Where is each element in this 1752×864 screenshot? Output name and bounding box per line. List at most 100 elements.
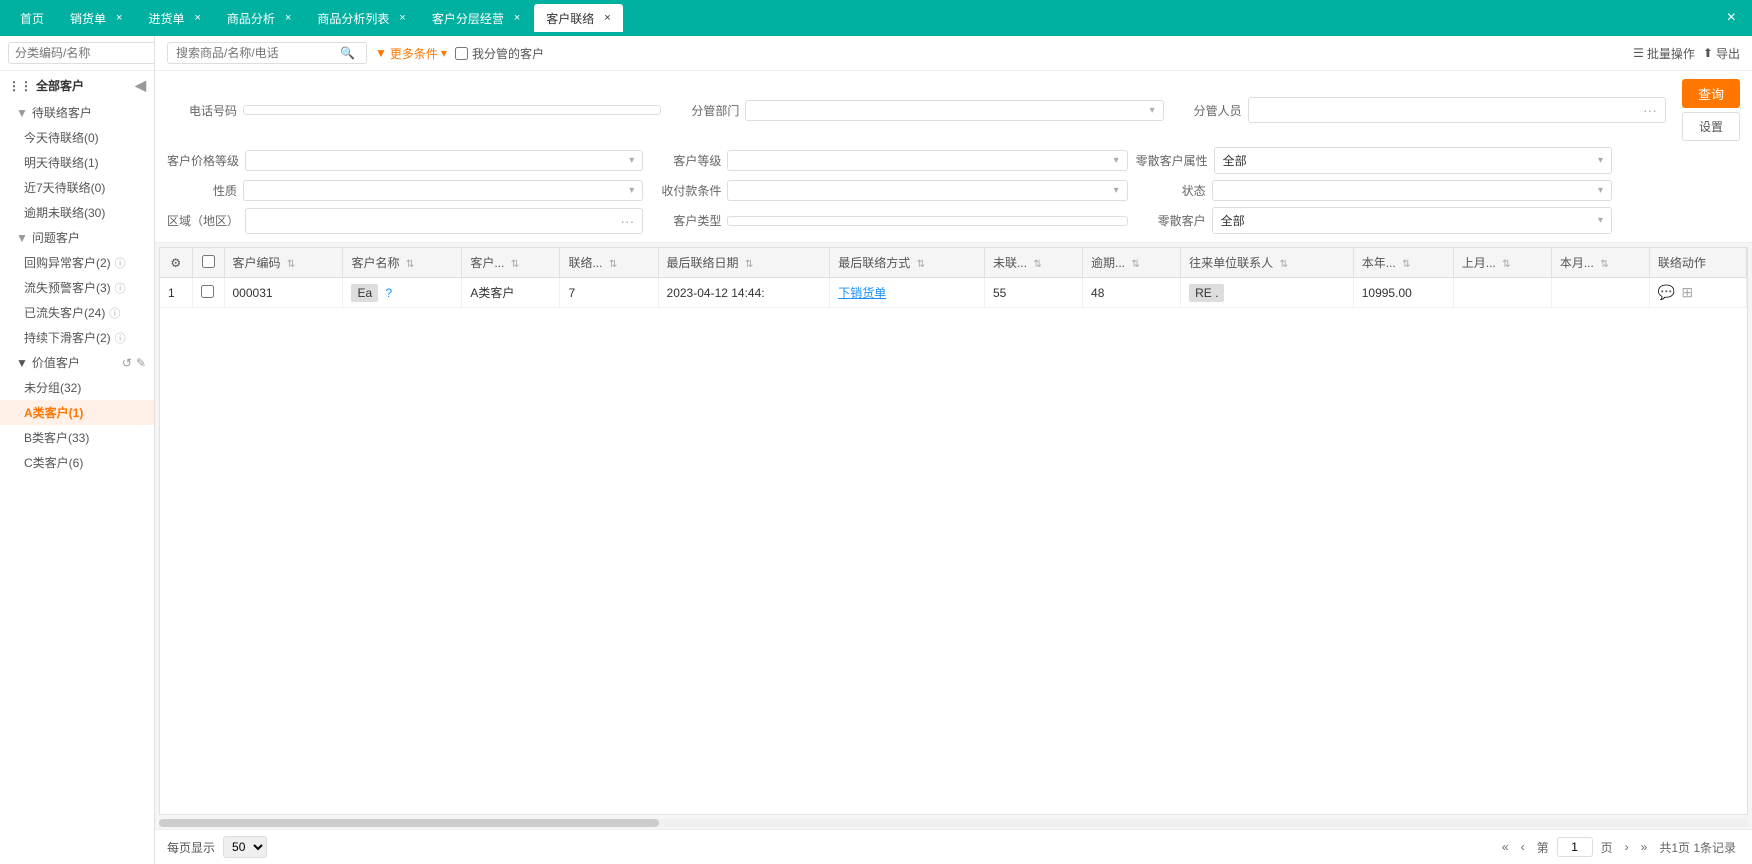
sidebar-item-overdue[interactable]: 逾期未联络(30) <box>0 200 154 225</box>
sidebar-search-input[interactable] <box>8 42 155 64</box>
phone-input[interactable] <box>243 105 661 115</box>
problem-customers-group[interactable]: ▼ 问题客户 <box>0 225 154 250</box>
batch-operation-btn[interactable]: ☰ 批量操作 <box>1633 45 1695 62</box>
sort-this-year[interactable]: ⇅ <box>1402 259 1410 270</box>
close-sales-tab[interactable]: × <box>116 12 122 24</box>
th-contact-person-label: 往来单位联系人 <box>1189 256 1273 270</box>
sort-this-month[interactable]: ⇅ <box>1600 259 1608 270</box>
sidebar-collapse-btn[interactable]: ◀ <box>135 77 146 94</box>
sidebar-item-7days[interactable]: 近7天待联络(0) <box>0 175 154 200</box>
sidebar-item-ungraded[interactable]: 未分组(32) <box>0 375 154 400</box>
export-btn[interactable]: ⬆ 导出 <box>1703 45 1740 62</box>
chat-icon[interactable]: 💬 <box>1658 284 1675 301</box>
sidebar-item-repurchase[interactable]: 回购异常客户(2) ⓘ <box>0 250 154 275</box>
nav-tab-goods-analysis[interactable]: 商品分析 × <box>215 4 303 32</box>
sort-last-month[interactable]: ⇅ <box>1502 259 1510 270</box>
select-all-checkbox[interactable] <box>202 255 215 268</box>
sort-uncontacted[interactable]: ⇅ <box>1033 259 1041 270</box>
declining-label: 持续下滑客户(2) <box>24 329 111 346</box>
th-last-contact-method: 最后联络方式 ⇅ <box>830 248 985 278</box>
7days-contact-label: 近7天待联络(0) <box>24 179 105 196</box>
sidebar-item-b-class[interactable]: B类客户(33) <box>0 425 154 450</box>
sort-last-contact-date[interactable]: ⇅ <box>745 259 753 270</box>
payment-select[interactable]: ▾ <box>727 180 1127 201</box>
th-this-year: 本年... ⇅ <box>1353 248 1453 278</box>
sort-customer-name[interactable]: ⇅ <box>406 259 414 270</box>
main-search-icon[interactable]: 🔍 <box>340 46 355 60</box>
nav-tab-home-label: 首页 <box>20 10 44 27</box>
next-page-btn[interactable]: › <box>1621 838 1633 856</box>
ungraded-label: 未分组(32) <box>24 379 81 396</box>
my-customers-checkbox[interactable] <box>455 47 468 60</box>
sort-customer-code[interactable]: ⇅ <box>287 259 295 270</box>
close-customer-tier-tab[interactable]: × <box>514 12 520 24</box>
sidebar-item-tomorrow[interactable]: 明天待联络(1) <box>0 150 154 175</box>
last-page-btn[interactable]: » <box>1637 838 1652 856</box>
page-size-select[interactable]: 50 <box>223 836 267 858</box>
filter-row-1: 电话号码 分管部门 ▾ 分管人员 ··· 查询 设置 <box>167 79 1740 141</box>
close-goods-list-tab[interactable]: × <box>399 12 405 24</box>
value-refresh-icon[interactable]: ↺ <box>122 356 132 370</box>
sort-contact-person[interactable]: ⇅ <box>1279 259 1287 270</box>
nav-tab-customer-contact[interactable]: 客户联络 × <box>534 4 622 32</box>
nav-tab-purchase[interactable]: 进货单 × <box>136 4 212 32</box>
sidebar-item-declining[interactable]: 持续下滑客户(2) ⓘ <box>0 325 154 350</box>
total-pages-label: 页 <box>1597 837 1617 858</box>
main-search-input[interactable] <box>176 46 336 60</box>
nav-tab-sales[interactable]: 销货单 × <box>58 4 134 32</box>
region-input[interactable]: ··· <box>245 208 643 234</box>
close-all-button[interactable]: × <box>1719 5 1744 31</box>
setting-button[interactable]: 设置 <box>1682 112 1740 141</box>
status-filter-label: 状态 <box>1136 182 1206 199</box>
nav-tab-customer-contact-label: 客户联络 <box>546 10 594 27</box>
close-goods-analysis-tab[interactable]: × <box>285 12 291 24</box>
sidebar-item-today[interactable]: 今天待联络(0) <box>0 125 154 150</box>
customer-type-label: 客户类型 <box>651 212 721 229</box>
batch-op-icon: ☰ <box>1633 46 1644 60</box>
horizontal-scrollbar[interactable] <box>159 819 1748 827</box>
nav-tab-goods-list[interactable]: 商品分析列表 × <box>305 4 417 32</box>
first-page-btn[interactable]: « <box>1498 838 1513 856</box>
sidebar-item-a-class[interactable]: A类客户(1) <box>0 400 154 425</box>
more-filters-btn[interactable]: ▼ 更多条件 ▾ <box>375 45 447 62</box>
th-checkbox[interactable] <box>192 248 224 278</box>
query-button[interactable]: 查询 <box>1682 79 1740 108</box>
sidebar-item-churned[interactable]: 已流失客户(24) ⓘ <box>0 300 154 325</box>
sort-overdue[interactable]: ⇅ <box>1131 259 1139 270</box>
scrollbar-thumb[interactable] <box>159 819 659 827</box>
customer-type-input[interactable] <box>727 216 1127 226</box>
nav-tab-home[interactable]: 首页 <box>8 4 56 32</box>
customer-name-value[interactable]: ? <box>385 286 392 300</box>
sort-last-contact-method[interactable]: ⇅ <box>917 259 925 270</box>
filter-cell-dept: 分管部门 ▾ <box>669 100 1163 121</box>
close-customer-contact-tab[interactable]: × <box>604 12 610 24</box>
td-last-contact-date: 2023-04-12 14:44: <box>658 278 830 308</box>
retail-attr-select[interactable]: 全部 ▾ <box>1214 147 1612 174</box>
price-grade-select[interactable]: ▾ <box>245 150 643 171</box>
customer-grade-select[interactable]: ▾ <box>727 150 1127 171</box>
sort-customer-type[interactable]: ⇅ <box>511 259 519 270</box>
nature-select[interactable]: ▾ <box>243 180 643 201</box>
sidebar-item-c-class[interactable]: C类客户(6) <box>0 450 154 475</box>
declining-info-icon: ⓘ <box>115 330 126 346</box>
close-purchase-tab[interactable]: × <box>194 12 200 24</box>
retail-customer-select[interactable]: 全部 ▾ <box>1212 207 1612 234</box>
sort-contact-count[interactable]: ⇅ <box>609 259 617 270</box>
person-input[interactable]: ··· <box>1248 97 1666 123</box>
qr-icon[interactable]: ⊞ <box>1681 284 1693 301</box>
td-overdue: 48 <box>1083 278 1181 308</box>
nav-tab-customer-tier[interactable]: 客户分层经营 × <box>420 4 532 32</box>
value-customers-group[interactable]: ▼ 价值客户 ↺ ✎ <box>0 350 154 375</box>
prev-page-btn[interactable]: ‹ <box>1517 838 1529 856</box>
sidebar-item-churn-warning[interactable]: 流失预警客户(3) ⓘ <box>0 275 154 300</box>
pending-contact-group[interactable]: ▼ 待联络客户 <box>0 100 154 125</box>
row-checkbox[interactable] <box>201 285 214 298</box>
th-gear[interactable]: ⚙ <box>160 248 192 278</box>
page-number-input[interactable] <box>1557 837 1593 857</box>
value-edit-icon[interactable]: ✎ <box>136 356 146 370</box>
filter-cell-region: 区域（地区） ··· <box>167 208 643 234</box>
dept-select[interactable]: ▾ <box>745 100 1163 121</box>
status-select[interactable]: ▾ <box>1212 180 1612 201</box>
last-contact-method-link[interactable]: 下销货单 <box>838 286 886 300</box>
all-customers-header[interactable]: ⋮⋮ 全部客户 ◀ <box>0 71 154 100</box>
